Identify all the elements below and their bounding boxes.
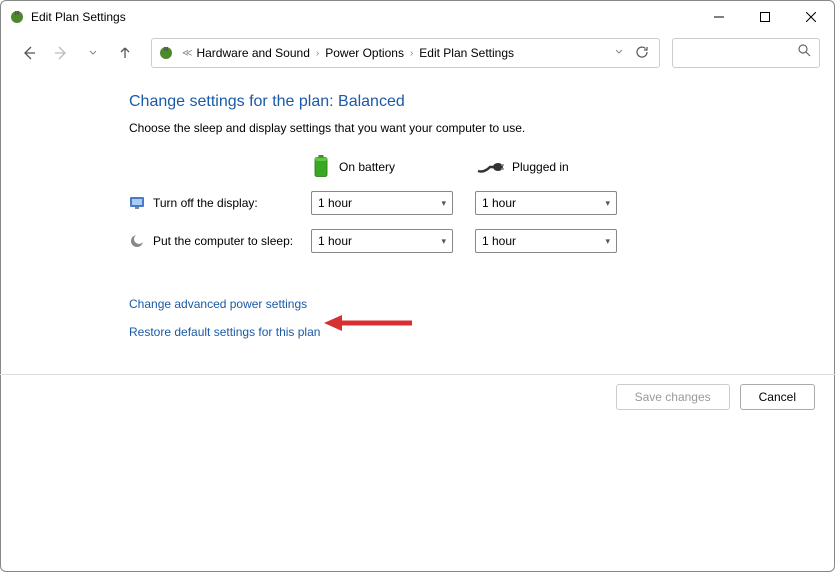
chevron-right-icon: › (410, 48, 413, 59)
battery-column-header: On battery (311, 155, 476, 179)
sleep-setting-row: Put the computer to sleep: 1 hour ▾ 1 ho… (129, 229, 834, 253)
save-button: Save changes (616, 384, 730, 410)
recent-dropdown[interactable] (79, 39, 107, 67)
display-plugged-dropdown[interactable]: 1 hour ▾ (475, 191, 617, 215)
chevron-down-icon (615, 48, 623, 56)
sleep-battery-dropdown[interactable]: 1 hour ▾ (311, 229, 453, 253)
close-icon (806, 12, 816, 22)
title-bar: Edit Plan Settings (1, 1, 834, 33)
minimize-icon (714, 12, 724, 22)
chevron-down-icon (89, 49, 97, 57)
back-button[interactable] (15, 39, 43, 67)
chevron-down-icon: ▾ (605, 236, 610, 247)
chevron-right-icon: › (316, 48, 319, 59)
plug-icon (476, 159, 504, 175)
search-input[interactable] (672, 38, 820, 68)
refresh-icon (635, 45, 649, 59)
content-area: Change settings for the plan: Balanced C… (1, 73, 834, 341)
window-title: Edit Plan Settings (31, 10, 696, 24)
power-plug-icon (158, 45, 174, 61)
monitor-icon (129, 195, 145, 211)
maximize-button[interactable] (742, 1, 788, 33)
power-plug-icon (9, 9, 25, 25)
annotation-arrow-icon (324, 313, 414, 333)
display-label: Turn off the display: (129, 195, 311, 211)
up-button[interactable] (111, 39, 139, 67)
footer-separator (0, 374, 835, 375)
breadcrumb-segment[interactable]: Power Options (325, 46, 404, 60)
moon-icon (129, 233, 145, 249)
breadcrumb-segment[interactable]: Hardware and Sound (196, 46, 309, 60)
up-arrow-icon (118, 46, 132, 60)
footer-buttons: Save changes Cancel (616, 384, 815, 410)
refresh-button[interactable] (635, 45, 649, 62)
overflow-chevron-icon[interactable]: ≪ (182, 48, 192, 59)
battery-label: On battery (339, 160, 395, 174)
display-battery-dropdown[interactable]: 1 hour ▾ (311, 191, 453, 215)
sleep-label: Put the computer to sleep: (129, 233, 311, 249)
plugged-label: Plugged in (512, 160, 569, 174)
chevron-down-icon: ▾ (441, 198, 446, 209)
page-subtext: Choose the sleep and display settings th… (129, 121, 834, 135)
advanced-settings-link[interactable]: Change advanced power settings (129, 297, 307, 311)
sleep-plugged-dropdown[interactable]: 1 hour ▾ (475, 229, 617, 253)
page-heading: Change settings for the plan: Balanced (129, 93, 834, 111)
address-dropdown[interactable] (615, 48, 623, 59)
chevron-down-icon: ▾ (605, 198, 610, 209)
plugged-column-header: Plugged in (476, 159, 641, 175)
minimize-button[interactable] (696, 1, 742, 33)
battery-icon (311, 155, 331, 179)
address-bar[interactable]: ≪ Hardware and Sound › Power Options › E… (151, 38, 660, 68)
forward-button[interactable] (47, 39, 75, 67)
close-button[interactable] (788, 1, 834, 33)
breadcrumb-segment[interactable]: Edit Plan Settings (419, 46, 514, 60)
back-arrow-icon (21, 45, 37, 61)
display-setting-row: Turn off the display: 1 hour ▾ 1 hour ▾ (129, 191, 834, 215)
search-icon (798, 44, 811, 62)
restore-defaults-link[interactable]: Restore default settings for this plan (129, 325, 320, 339)
maximize-icon (760, 12, 770, 22)
cancel-button[interactable]: Cancel (740, 384, 815, 410)
chevron-down-icon: ▾ (441, 236, 446, 247)
navigation-bar: ≪ Hardware and Sound › Power Options › E… (1, 33, 834, 73)
forward-arrow-icon (53, 45, 69, 61)
column-headers: On battery Plugged in (129, 155, 834, 179)
